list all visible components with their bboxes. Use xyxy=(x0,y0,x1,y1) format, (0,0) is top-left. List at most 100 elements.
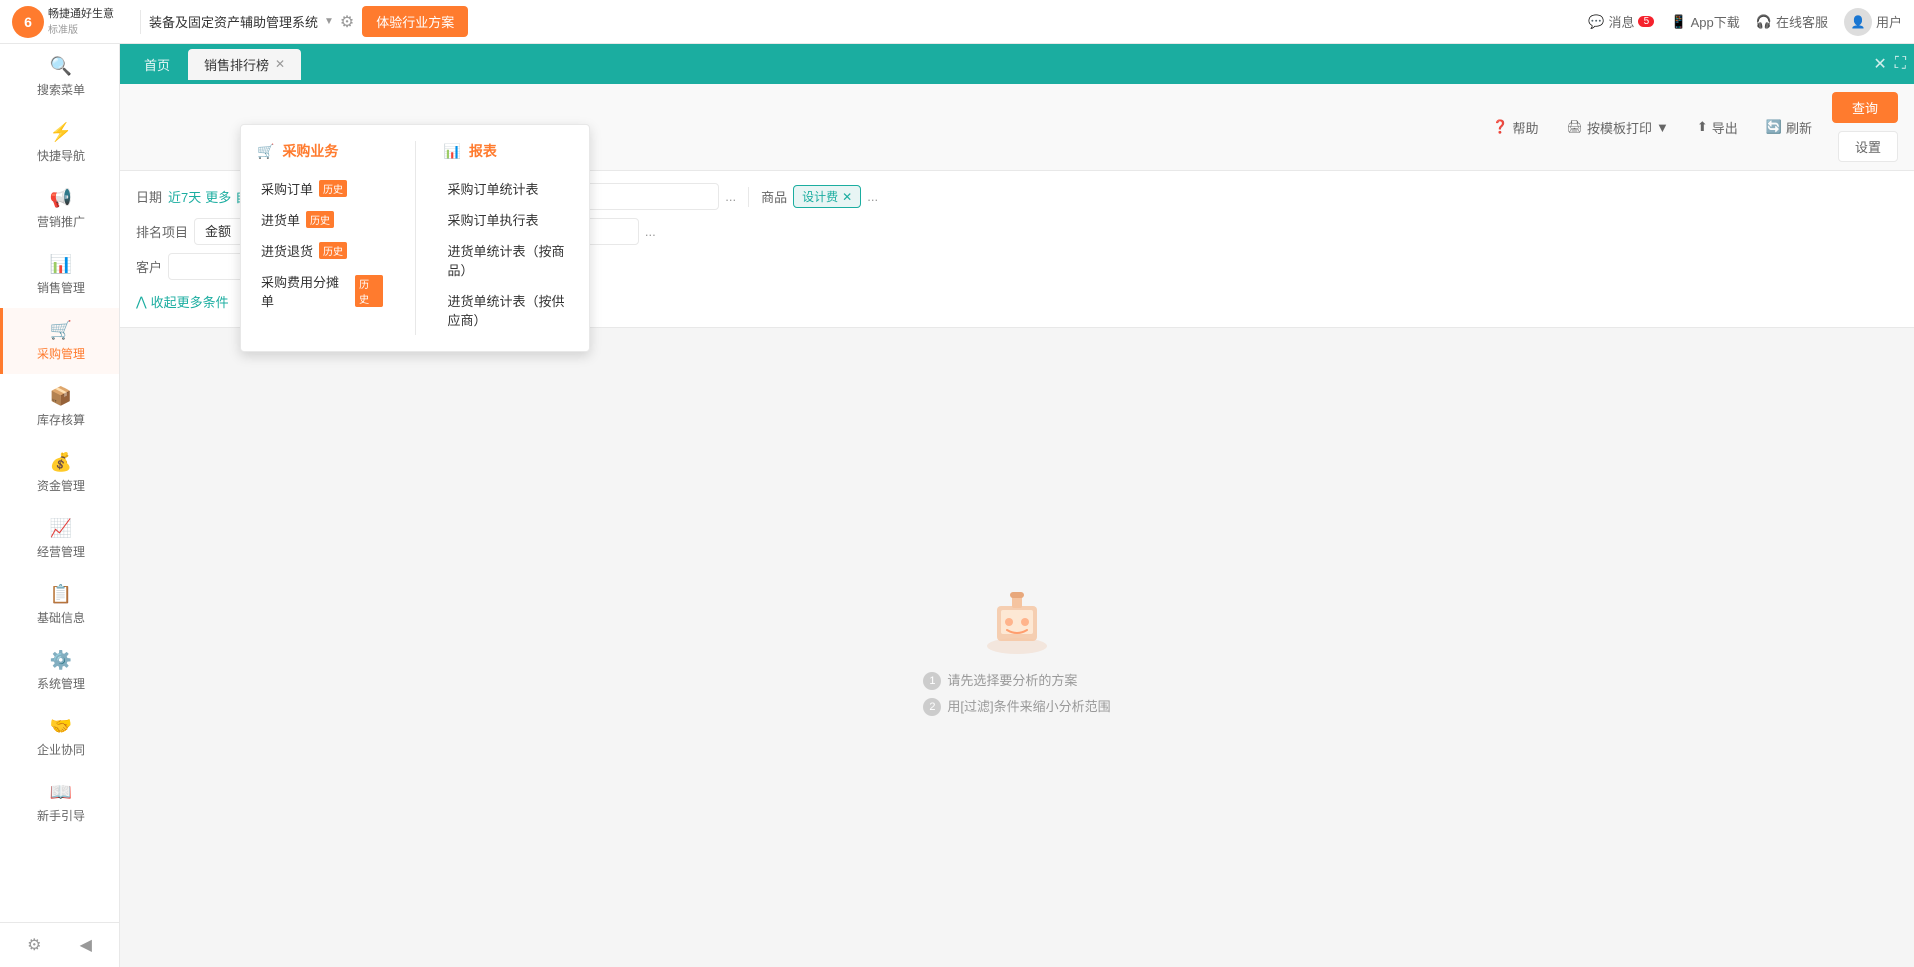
goods-filter-item: 商品 设计费 ✕ ... xyxy=(761,185,878,208)
sidebar-item-inventory[interactable]: 📦 库存核算 xyxy=(0,374,119,440)
sidebar-item-label: 采购管理 xyxy=(37,345,85,362)
tab-home-label: 首页 xyxy=(144,55,170,74)
box-icon: 📦 xyxy=(50,386,72,407)
sidebar-item-label: 快捷导航 xyxy=(37,147,85,164)
purchase-col-header: 🛒 采购业务 xyxy=(257,141,387,161)
user-item[interactable]: 👤 用户 xyxy=(1844,8,1902,36)
list-icon: 📋 xyxy=(50,584,72,605)
tab-bar-actions: ✕ ⛶ xyxy=(1873,54,1906,74)
salesperson-dots[interactable]: ... xyxy=(645,224,656,239)
help-btn[interactable]: ❓ 帮助 xyxy=(1484,114,1546,141)
gear-icon: ⚙️ xyxy=(50,650,72,671)
purchase-order-label: 采购订单 xyxy=(261,179,313,198)
step-2-num: 2 xyxy=(923,698,941,716)
bill-status-dots[interactable]: ... xyxy=(725,189,736,204)
dropdown-item-purchase-order[interactable]: 采购订单 历史 xyxy=(257,173,387,204)
chevron-down-icon[interactable]: ▼ xyxy=(324,16,334,27)
goods-dots[interactable]: ... xyxy=(867,189,878,204)
tab-close-icon[interactable]: ✕ xyxy=(275,57,285,71)
notification-item[interactable]: 💬 消息 5 xyxy=(1588,12,1654,31)
purchase-dropdown-menu: 🛒 采购业务 采购订单 历史 进货单 历史 进货退货 xyxy=(240,124,590,352)
tab-bar: 首页 销售排行榜 ✕ ✕ ⛶ xyxy=(120,44,1914,84)
sidebar-item-label: 基础信息 xyxy=(37,609,85,626)
print-label: 按模板打印 xyxy=(1587,118,1652,137)
dropdown-item-order-exec[interactable]: 采购订单执行表 xyxy=(444,204,574,235)
goods-tag-close-icon[interactable]: ✕ xyxy=(842,190,852,204)
incoming-history-badge: 历史 xyxy=(306,211,334,228)
sidebar-collapse-btn[interactable]: ◀ xyxy=(76,931,96,959)
settings-filter-btn[interactable]: 设置 xyxy=(1838,131,1898,162)
logo-icon: 6 xyxy=(12,6,44,38)
tab-home[interactable]: 首页 xyxy=(128,49,186,80)
sidebar-item-marketing[interactable]: 📢 营销推广 xyxy=(0,176,119,242)
empty-state: 1 请先选择要分析的方案 2 用[过滤]条件来缩小分析范围 xyxy=(923,576,1110,720)
sidebar-item-system[interactable]: ⚙️ 系统管理 xyxy=(0,638,119,704)
query-btn[interactable]: 查询 xyxy=(1832,92,1898,123)
industry-btn[interactable]: 体验行业方案 xyxy=(362,6,468,37)
incoming-supplier-label: 进货单统计表（按供应商） xyxy=(448,291,570,329)
date-more[interactable]: 更多 xyxy=(205,187,231,206)
sidebar-item-basic[interactable]: 📋 基础信息 xyxy=(0,572,119,638)
notification-badge: 5 xyxy=(1638,16,1654,27)
dropdown-item-incoming-supplier[interactable]: 进货单统计表（按供应商） xyxy=(444,285,574,335)
purchase-order-history-badge: 历史 xyxy=(319,180,347,197)
print-chevron-icon: ▼ xyxy=(1656,120,1669,135)
tab-sales-rank[interactable]: 销售排行榜 ✕ xyxy=(188,49,301,80)
sidebar-item-operation[interactable]: 📈 经营管理 xyxy=(0,506,119,572)
sidebar-item-finance[interactable]: 💰 资金管理 xyxy=(0,440,119,506)
sidebar-item-quicknav[interactable]: ⚡ 快捷导航 xyxy=(0,110,119,176)
report-section-label: 报表 xyxy=(469,141,497,161)
online-service-item[interactable]: 🎧 在线客服 xyxy=(1756,12,1828,31)
settings-gear-icon[interactable]: ⚙ xyxy=(340,12,354,32)
sidebar-item-enterprise[interactable]: 🤝 企业协同 xyxy=(0,704,119,770)
sidebar-item-search[interactable]: 🔍 搜索菜单 xyxy=(0,44,119,110)
dropdown-columns: 🛒 采购业务 采购订单 历史 进货单 历史 进货退货 xyxy=(257,141,573,335)
print-btn[interactable]: 🖨 按模板打印 ▼ xyxy=(1558,114,1676,141)
dropdown-item-incoming[interactable]: 进货单 历史 xyxy=(257,204,387,235)
dropdown-item-order-stats[interactable]: 采购订单统计表 xyxy=(444,173,574,204)
sidebar-item-guide[interactable]: 📖 新手引导 xyxy=(0,770,119,836)
empty-text: 1 请先选择要分析的方案 2 用[过滤]条件来缩小分析范围 xyxy=(923,668,1110,720)
empty-hint-1: 请先选择要分析的方案 xyxy=(947,668,1077,694)
refresh-label: 刷新 xyxy=(1786,118,1812,137)
sidebar-item-label: 资金管理 xyxy=(37,477,85,494)
dropdown-item-return[interactable]: 进货退货 历史 xyxy=(257,235,387,266)
sidebar-bottom: ⚙ ◀ xyxy=(0,922,119,967)
sidebar-item-label: 搜索菜单 xyxy=(37,81,85,98)
app-download-label: App下载 xyxy=(1691,12,1740,31)
report-col: 📊 报表 采购订单统计表 采购订单执行表 进货单统计表（按商品） xyxy=(444,141,574,335)
chart-icon: 📊 xyxy=(50,254,72,275)
step-1-num: 1 xyxy=(923,672,941,690)
system-title-text: 装备及固定资产辅助管理系统 xyxy=(149,12,318,31)
sidebar-item-label: 企业协同 xyxy=(37,741,85,758)
goods-tag-text: 设计费 xyxy=(802,188,838,205)
purchase-section-icon: 🛒 xyxy=(257,143,274,160)
sidebar-item-purchase[interactable]: 🛒 采购管理 xyxy=(0,308,119,374)
system-title: 装备及固定资产辅助管理系统 ▼ ⚙ xyxy=(149,12,354,32)
sidebar-settings-btn[interactable]: ⚙ xyxy=(23,931,45,959)
collapse-up-icon: ⋀ xyxy=(136,294,147,310)
dropdown-column-divider xyxy=(415,141,416,335)
export-btn[interactable]: ⬆ 导出 xyxy=(1689,114,1746,141)
user-avatar: 👤 xyxy=(1844,8,1872,36)
tab-close-all-icon[interactable]: ✕ xyxy=(1873,54,1886,74)
report-col-header: 📊 报表 xyxy=(444,141,574,161)
tab-maximize-icon[interactable]: ⛶ xyxy=(1895,55,1906,73)
dropdown-item-expense[interactable]: 采购费用分摊单 历史 xyxy=(257,266,387,316)
dropdown-item-incoming-goods[interactable]: 进货单统计表（按商品） xyxy=(444,235,574,285)
print-icon: 🖨 xyxy=(1566,119,1583,135)
online-service-label: 在线客服 xyxy=(1776,12,1828,31)
expense-label: 采购费用分摊单 xyxy=(261,272,349,310)
help-icon: ❓ xyxy=(1492,119,1508,135)
lightning-icon: ⚡ xyxy=(50,122,72,143)
customer-label: 客户 xyxy=(136,257,162,276)
refresh-btn[interactable]: 🔄 刷新 xyxy=(1758,114,1820,141)
book-icon: 📖 xyxy=(50,782,72,803)
refresh-icon: 🔄 xyxy=(1766,119,1782,135)
app-download-item[interactable]: 📱 App下载 xyxy=(1670,12,1739,31)
date-label: 日期 xyxy=(136,187,162,206)
purchase-section-label: 采购业务 xyxy=(282,141,338,161)
handshake-icon: 🤝 xyxy=(50,716,72,737)
sidebar-item-sales[interactable]: 📊 销售管理 xyxy=(0,242,119,308)
date-quick-7[interactable]: 近7天 xyxy=(168,187,201,206)
